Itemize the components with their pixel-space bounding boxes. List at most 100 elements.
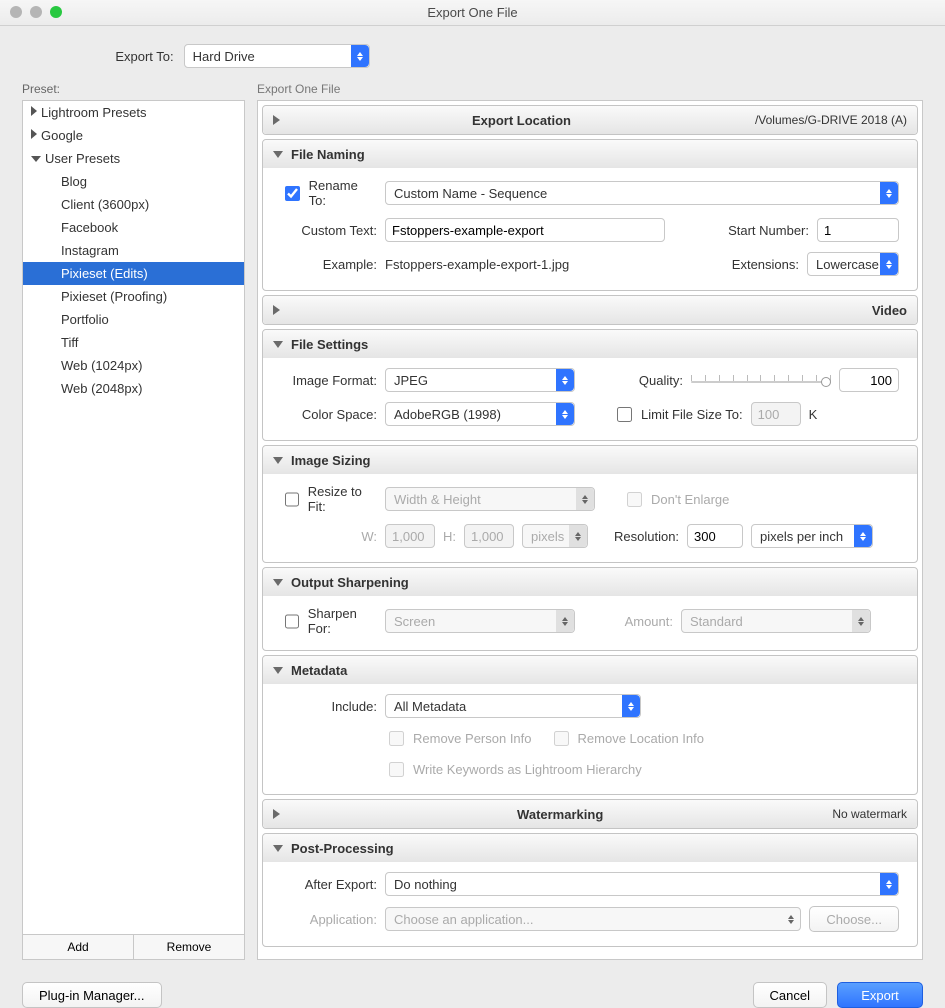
color-space-label: Color Space: (281, 407, 377, 422)
section-post-processing: Post-Processing After Export: Do nothing… (262, 833, 918, 947)
minimize-icon[interactable] (30, 6, 42, 18)
preset-item[interactable]: Facebook (23, 216, 244, 239)
limit-file-size-input (751, 402, 801, 426)
section-header-metadata[interactable]: Metadata (263, 656, 917, 684)
resolution-unit-select[interactable]: pixels per inch (751, 524, 873, 548)
chevron-right-icon (273, 115, 464, 125)
section-file-naming: File Naming Rename To: Custom Name - Seq… (262, 139, 918, 291)
chevron-updown-icon (556, 610, 574, 632)
custom-text-label: Custom Text: (281, 223, 377, 238)
section-header-output-sharpening[interactable]: Output Sharpening (263, 568, 917, 596)
plugin-manager-button[interactable]: Plug-in Manager... (22, 982, 162, 1008)
export-button[interactable]: Export (837, 982, 923, 1008)
chevron-right-icon (31, 106, 37, 116)
window-titlebar: Export One File (0, 0, 945, 26)
chevron-updown-icon (351, 45, 369, 67)
section-header-file-settings[interactable]: File Settings (263, 330, 917, 358)
export-to-select[interactable]: Hard Drive (184, 44, 370, 68)
section-header-file-naming[interactable]: File Naming (263, 140, 917, 168)
maximize-icon[interactable] (50, 6, 62, 18)
remove-location-checkbox: Remove Location Info (550, 728, 704, 749)
start-number-label: Start Number: (673, 223, 809, 238)
resize-mode-select: Width & Height (385, 487, 595, 511)
preset-list[interactable]: Lightroom Presets Google User Presets Bl… (22, 100, 245, 935)
preset-item[interactable]: Web (1024px) (23, 354, 244, 377)
chevron-updown-icon (854, 525, 872, 547)
example-label: Example: (281, 257, 377, 272)
quality-slider[interactable] (691, 373, 831, 387)
section-metadata: Metadata Include: All Metadata Remove Pe… (262, 655, 918, 795)
amount-select: Standard (681, 609, 871, 633)
chevron-down-icon (273, 151, 283, 158)
preset-item[interactable]: Portfolio (23, 308, 244, 331)
include-label: Include: (281, 699, 377, 714)
preset-item[interactable]: Client (3600px) (23, 193, 244, 216)
section-watermarking: Watermarking No watermark (262, 799, 918, 829)
section-output-sharpening: Output Sharpening Sharpen For: Screen Am… (262, 567, 918, 651)
dont-enlarge-checkbox: Don't Enlarge (623, 489, 729, 510)
preset-group-google[interactable]: Google (23, 124, 244, 147)
sharpen-for-checkbox[interactable]: Sharpen For: (281, 606, 377, 636)
extensions-label: Extensions: (577, 257, 799, 272)
chevron-updown-icon (569, 525, 587, 547)
section-header-export-location[interactable]: Export Location /Volumes/G-DRIVE 2018 (A… (263, 106, 917, 134)
chevron-updown-icon (622, 695, 640, 717)
preset-item[interactable]: Tiff (23, 331, 244, 354)
cancel-button[interactable]: Cancel (753, 982, 827, 1008)
preset-item[interactable]: Web (2048px) (23, 377, 244, 400)
after-export-select[interactable]: Do nothing (385, 872, 899, 896)
section-image-sizing: Image Sizing Resize to Fit: Width & Heig… (262, 445, 918, 563)
choose-application-button: Choose... (809, 906, 899, 932)
application-select: Choose an application... (385, 907, 801, 931)
preset-group-user[interactable]: User Presets (23, 147, 244, 170)
preset-item-selected[interactable]: Pixieset (Edits) (23, 262, 244, 285)
chevron-down-icon (782, 908, 800, 930)
limit-file-size-checkbox[interactable]: Limit File Size To: (613, 404, 743, 425)
preset-item[interactable]: Blog (23, 170, 244, 193)
remove-person-checkbox: Remove Person Info (385, 728, 532, 749)
slider-thumb[interactable] (821, 377, 831, 387)
preset-item[interactable]: Instagram (23, 239, 244, 262)
quality-label: Quality: (613, 373, 683, 388)
extensions-select[interactable]: Lowercase (807, 252, 899, 276)
section-header-image-sizing[interactable]: Image Sizing (263, 446, 917, 474)
resolution-input[interactable] (687, 524, 743, 548)
image-format-label: Image Format: (281, 373, 377, 388)
application-label: Application: (281, 912, 377, 927)
preset-item[interactable]: Pixieset (Proofing) (23, 285, 244, 308)
window-controls (10, 6, 62, 18)
width-input (385, 524, 435, 548)
watermarking-summary: No watermark (832, 807, 907, 821)
amount-label: Amount: (603, 614, 673, 629)
section-file-settings: File Settings Image Format: JPEG Quality… (262, 329, 918, 441)
rename-scheme-select[interactable]: Custom Name - Sequence (385, 181, 899, 205)
color-space-select[interactable]: AdobeRGB (1998) (385, 402, 575, 426)
right-panel-label: Export One File (257, 82, 923, 96)
resize-to-fit-checkbox[interactable]: Resize to Fit: (281, 484, 377, 514)
custom-text-input[interactable] (385, 218, 665, 242)
section-header-post-processing[interactable]: Post-Processing (263, 834, 917, 862)
start-number-input[interactable] (817, 218, 899, 242)
quality-input[interactable] (839, 368, 899, 392)
section-header-video[interactable]: Video (263, 296, 917, 324)
add-preset-button[interactable]: Add (23, 935, 134, 959)
image-format-select[interactable]: JPEG (385, 368, 575, 392)
chevron-updown-icon (556, 369, 574, 391)
chevron-down-icon (273, 579, 283, 586)
chevron-down-icon (273, 341, 283, 348)
chevron-right-icon (273, 809, 509, 819)
preset-group-lightroom[interactable]: Lightroom Presets (23, 101, 244, 124)
chevron-right-icon (273, 305, 864, 315)
preset-label: Preset: (22, 82, 245, 96)
close-icon[interactable] (10, 6, 22, 18)
section-video: Video (262, 295, 918, 325)
chevron-updown-icon (556, 403, 574, 425)
chevron-down-icon (273, 667, 283, 674)
write-keywords-checkbox: Write Keywords as Lightroom Hierarchy (385, 759, 642, 780)
height-label: H: (443, 529, 456, 544)
chevron-right-icon (31, 129, 37, 139)
rename-to-checkbox[interactable]: Rename To: (281, 178, 377, 208)
remove-preset-button[interactable]: Remove (134, 935, 244, 959)
include-select[interactable]: All Metadata (385, 694, 641, 718)
section-header-watermarking[interactable]: Watermarking No watermark (263, 800, 917, 828)
